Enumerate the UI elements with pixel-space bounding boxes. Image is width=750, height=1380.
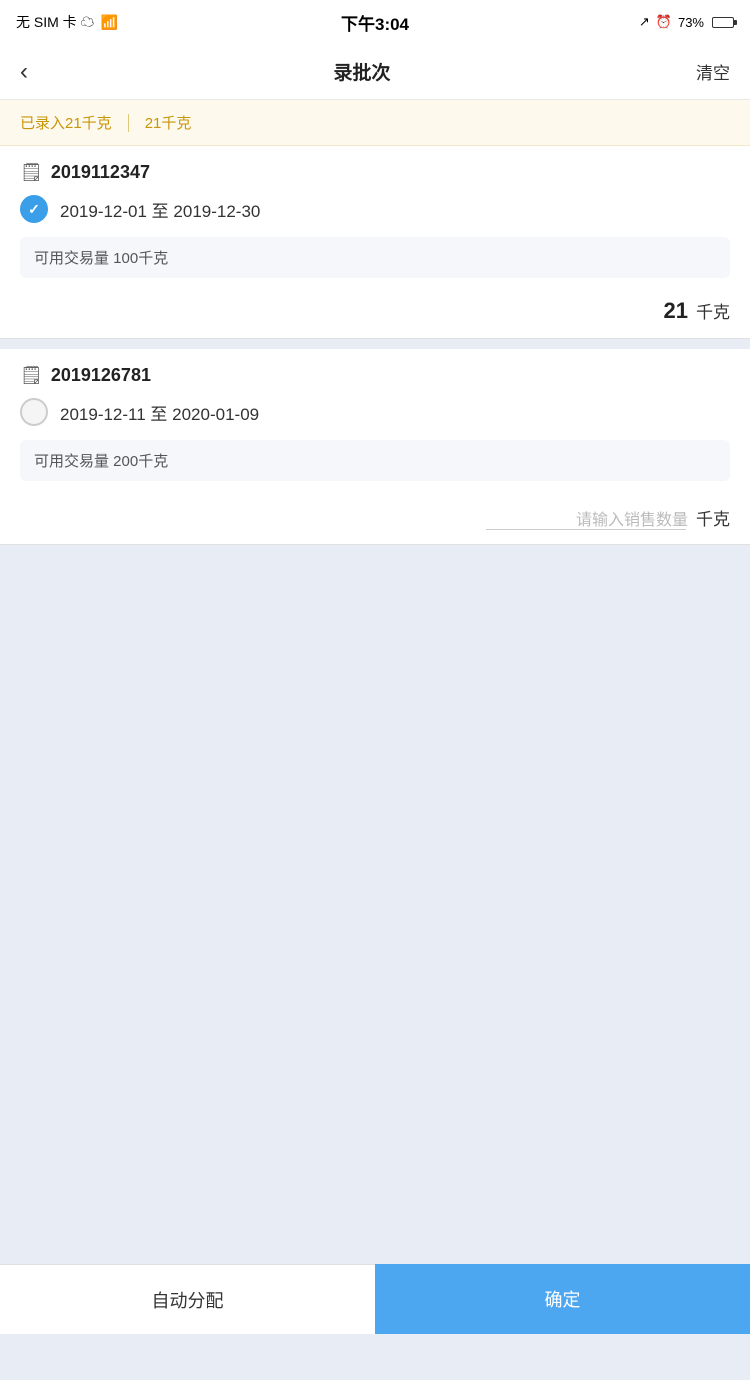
- available-qty-2: 可用交易量 200千克: [20, 440, 730, 481]
- section-divider: [0, 339, 750, 349]
- summary-banner: 已录入21千克 21千克: [0, 100, 750, 146]
- doc-icon-2: 🗒: [20, 365, 43, 386]
- batch-id-1: 2019112347: [51, 162, 150, 183]
- empty-area: [0, 545, 750, 1380]
- amount-value-1: 21: [664, 298, 688, 324]
- radio-1[interactable]: [20, 195, 48, 223]
- batch-date-row-1[interactable]: 2019-12-01 至 2019-12-30: [0, 189, 750, 229]
- status-right: ↗ ⏰ 73%: [639, 14, 734, 30]
- summary-entered: 已录入21千克: [20, 112, 112, 133]
- summary-divider: [128, 114, 129, 132]
- location-icon: ↗: [639, 14, 650, 30]
- radio-2[interactable]: [20, 398, 48, 426]
- sim-label: 无 SIM 卡 ☁: [16, 12, 95, 32]
- nav-bar: ‹ 录批次 清空: [0, 44, 750, 100]
- input-underline: [486, 529, 686, 530]
- page-content: 🗒 2019112347 2019-12-01 至 2019-12-30 可用交…: [0, 146, 750, 1380]
- input-row-2: 请输入销售数量 千克: [0, 491, 750, 545]
- alarm-icon: ⏰: [656, 14, 672, 30]
- batch-date-1: 2019-12-01 至 2019-12-30: [60, 197, 260, 222]
- wifi-icon: 📶: [101, 14, 118, 31]
- confirm-button[interactable]: 确定: [375, 1264, 750, 1334]
- batch-card-1: 🗒 2019112347 2019-12-01 至 2019-12-30 可用交…: [0, 146, 750, 339]
- batch-date-row-2[interactable]: 2019-12-11 至 2020-01-09: [0, 392, 750, 432]
- status-bar: 无 SIM 卡 ☁ 📶 下午3:04 ↗ ⏰ 73%: [0, 0, 750, 44]
- batch-date-2: 2019-12-11 至 2020-01-09: [60, 400, 259, 425]
- doc-icon-1: 🗒: [20, 162, 43, 183]
- batch-header-1: 🗒 2019112347: [0, 146, 750, 189]
- batch-card-2: 🗒 2019126781 2019-12-11 至 2020-01-09 可用交…: [0, 349, 750, 545]
- summary-value: 21千克: [145, 112, 192, 133]
- battery-pct: 73%: [678, 15, 704, 30]
- back-button[interactable]: ‹: [20, 58, 28, 86]
- status-time: 下午3:04: [341, 10, 409, 35]
- batch-header-2: 🗒 2019126781: [0, 349, 750, 392]
- auto-distribute-button[interactable]: 自动分配: [0, 1264, 375, 1334]
- available-qty-1: 可用交易量 100千克: [20, 237, 730, 278]
- bottom-bar: 自动分配 确定: [0, 1264, 750, 1334]
- input-unit-2: 千克: [696, 505, 730, 530]
- amount-row-1: 21 千克: [0, 288, 750, 339]
- status-left: 无 SIM 卡 ☁ 📶: [16, 12, 118, 32]
- battery-icon: [712, 17, 734, 28]
- input-placeholder: 请输入销售数量: [576, 506, 688, 530]
- batch-id-2: 2019126781: [51, 365, 151, 386]
- amount-unit-1: 千克: [696, 298, 730, 323]
- clear-button[interactable]: 清空: [696, 59, 730, 84]
- page-title: 录批次: [333, 58, 390, 85]
